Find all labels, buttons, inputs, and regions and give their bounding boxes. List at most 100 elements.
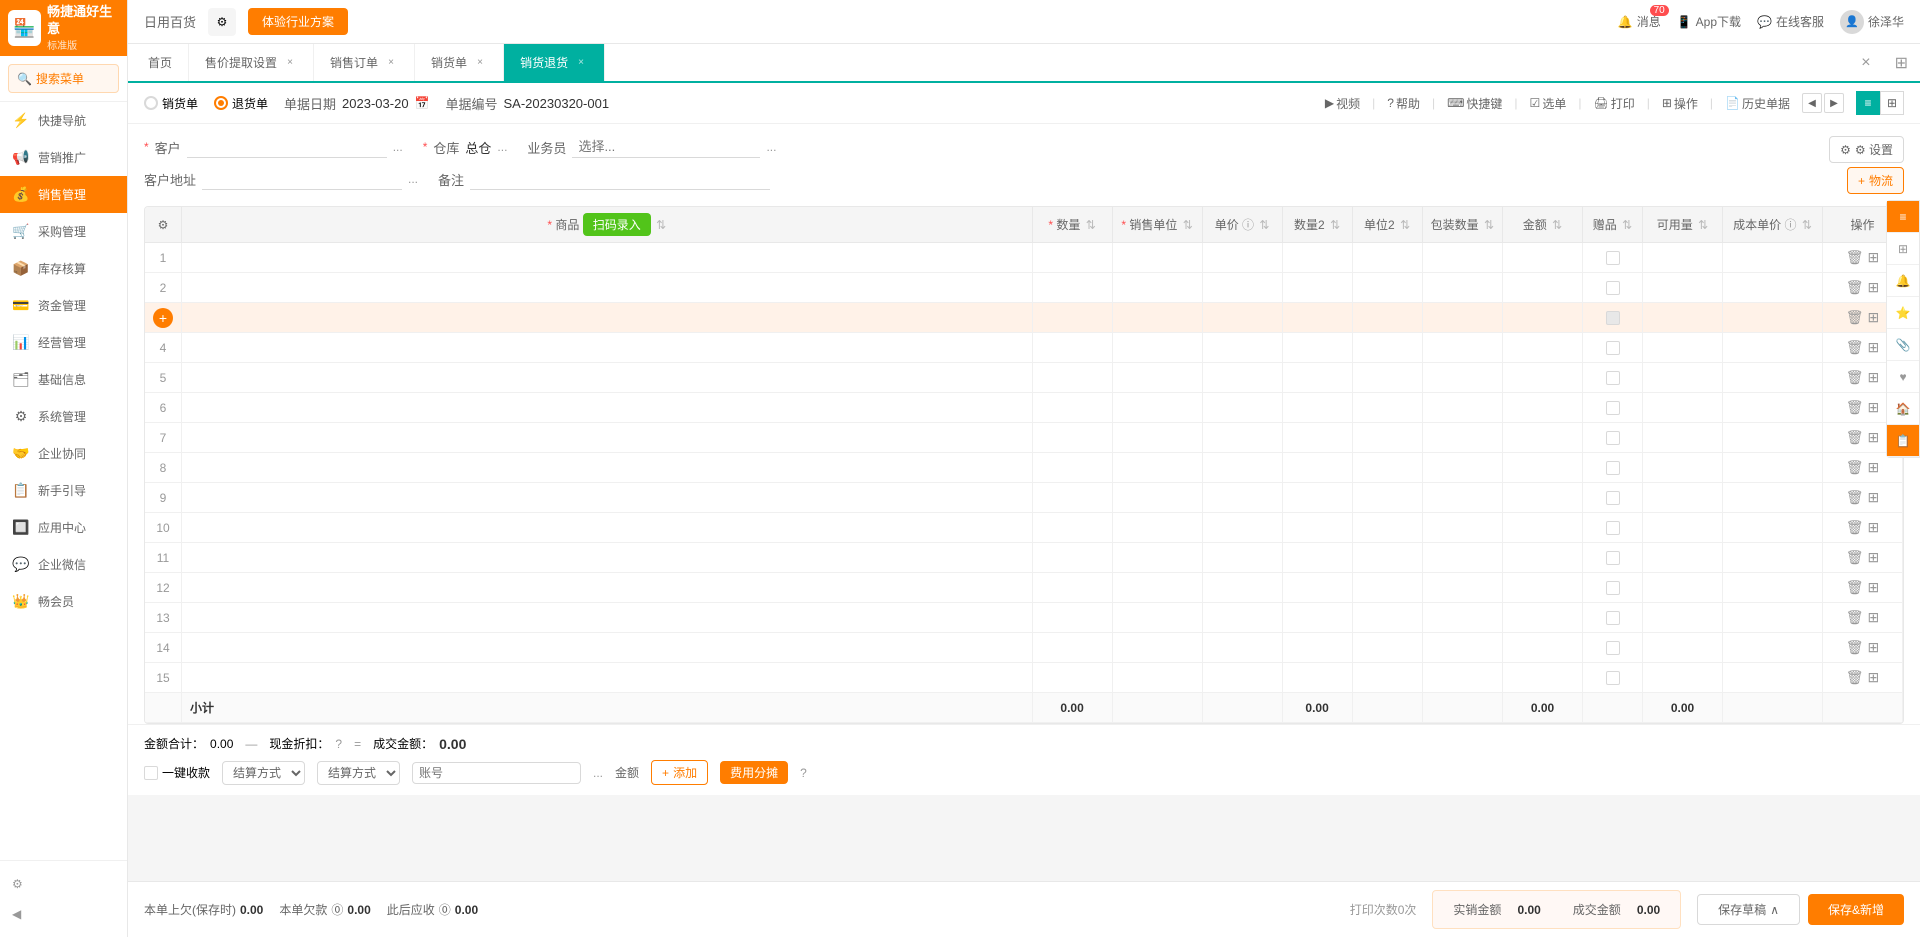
shortcut-action[interactable]: ⌨ 快捷键 xyxy=(1447,95,1502,112)
sidebar-bottom-collapse[interactable]: ◀ xyxy=(0,899,127,929)
split-fee-btn[interactable]: 费用分摊 xyxy=(720,761,788,784)
row-1-cost-price[interactable] xyxy=(1723,243,1823,273)
help-action[interactable]: ? 帮助 xyxy=(1387,95,1420,112)
list-view-btn[interactable]: ≡ xyxy=(1856,91,1880,115)
row-1-copy-btn[interactable]: ⊞ xyxy=(1868,249,1880,266)
sidebar-item-shortcut[interactable]: ⚡ 快捷导航 xyxy=(0,102,127,139)
sidebar-item-operation[interactable]: 📊 经营管理 xyxy=(0,324,127,361)
row-6-copy[interactable]: ⊞ xyxy=(1868,399,1880,416)
row-2-available[interactable] xyxy=(1643,273,1723,303)
unit2-sort-icon[interactable]: ⇅ xyxy=(1400,218,1410,232)
row-2-goods[interactable] xyxy=(182,273,1033,303)
row-1-gift[interactable] xyxy=(1583,243,1643,273)
row-2-copy-btn[interactable]: ⊞ xyxy=(1868,279,1880,296)
customer-select-btn[interactable]: ... xyxy=(393,140,403,154)
gift-checkbox-12[interactable] xyxy=(1606,581,1620,595)
sidebar-item-sales[interactable]: 💰 销售管理 xyxy=(0,176,127,213)
row-13-copy[interactable]: ⊞ xyxy=(1868,609,1880,626)
row-12-copy[interactable]: ⊞ xyxy=(1868,579,1880,596)
save-new-button[interactable]: 保存&新增 xyxy=(1808,894,1904,925)
gift-checkbox-6[interactable] xyxy=(1606,401,1620,415)
row-14-copy[interactable]: ⊞ xyxy=(1868,639,1880,656)
right-tool-list1[interactable]: ≡ xyxy=(1887,201,1919,233)
logistics-button[interactable]: + 物流 xyxy=(1847,167,1904,194)
note-input[interactable] xyxy=(470,168,770,190)
row-2-delete-btn[interactable]: 🗑 xyxy=(1846,279,1864,296)
add-row-btn[interactable]: + xyxy=(153,308,173,328)
sidebar-item-inventory[interactable]: 📦 库存核算 xyxy=(0,250,127,287)
row-3-qty[interactable] xyxy=(1032,303,1112,333)
row-1-pkg-qty[interactable] xyxy=(1422,243,1502,273)
cost-sort-icon[interactable]: ⇅ xyxy=(1802,218,1812,232)
avail-sort-icon[interactable]: ⇅ xyxy=(1698,218,1708,232)
tab-home[interactable]: 首页 xyxy=(132,44,189,81)
row-7-copy[interactable]: ⊞ xyxy=(1868,429,1880,446)
row-6-del[interactable]: 🗑 xyxy=(1846,399,1864,416)
address-select-btn[interactable]: ... xyxy=(408,172,418,186)
video-action[interactable]: ▶ 视频 xyxy=(1325,95,1360,112)
right-tool-bell[interactable]: 🔔 xyxy=(1887,265,1919,297)
row-9-del[interactable]: 🗑 xyxy=(1846,489,1864,506)
gift-checkbox-7[interactable] xyxy=(1606,431,1620,445)
row-3-sale-unit[interactable] xyxy=(1112,303,1202,333)
row-14-del[interactable]: 🗑 xyxy=(1846,639,1864,656)
unit-sort-icon[interactable]: ⇅ xyxy=(1183,218,1193,232)
row-13-del[interactable]: 🗑 xyxy=(1846,609,1864,626)
row-5-copy[interactable]: ⊞ xyxy=(1868,369,1880,386)
gift-checkbox-13[interactable] xyxy=(1606,611,1620,625)
gift-checkbox-2[interactable] xyxy=(1606,281,1620,295)
topbar-settings-btn[interactable]: ⚙ xyxy=(208,8,236,36)
row-4-copy[interactable]: ⊞ xyxy=(1868,339,1880,356)
row-3-price[interactable] xyxy=(1202,303,1282,333)
account-dots-btn[interactable]: ... xyxy=(593,766,603,780)
row-2-amount[interactable] xyxy=(1503,273,1583,303)
row-4-del[interactable]: 🗑 xyxy=(1846,339,1864,356)
onetime-payment-checkbox[interactable]: 一键收款 xyxy=(144,764,210,781)
row-1-amount[interactable] xyxy=(1503,243,1583,273)
gift-checkbox-10[interactable] xyxy=(1606,521,1620,535)
goods-sort-icon[interactable]: ⇅ xyxy=(656,218,666,232)
scan-entry-btn[interactable]: 扫码录入 xyxy=(583,213,651,236)
row-7-del[interactable]: 🗑 xyxy=(1846,429,1864,446)
right-tool-paperclip[interactable]: 📎 xyxy=(1887,329,1919,361)
radio-return-goods[interactable]: 退货单 xyxy=(214,95,268,112)
grid-view-btn[interactable]: ⊞ xyxy=(1880,91,1904,115)
setup-button[interactable]: ⚙ ⚙ 设置 xyxy=(1829,136,1904,163)
row-10-copy[interactable]: ⊞ xyxy=(1868,519,1880,536)
sidebar-item-wechat[interactable]: 💬 企业微信 xyxy=(0,546,127,583)
account-number-input[interactable] xyxy=(412,762,581,784)
tab-sale-order[interactable]: 销售订单 × xyxy=(314,44,415,81)
row-2-cost-price[interactable] xyxy=(1723,273,1823,303)
gift-checkbox-14[interactable] xyxy=(1606,641,1620,655)
gift-checkbox-3[interactable] xyxy=(1606,311,1620,325)
row-15-copy[interactable]: ⊞ xyxy=(1868,669,1880,686)
row-3-pkg-qty[interactable] xyxy=(1422,303,1502,333)
gift-checkbox-11[interactable] xyxy=(1606,551,1620,565)
address-input[interactable] xyxy=(202,168,402,190)
user-menu[interactable]: 👤 徐泽华 xyxy=(1840,10,1904,34)
row-3-gift[interactable] xyxy=(1583,303,1643,333)
search-menu-button[interactable]: 🔍 搜索菜单 xyxy=(8,64,119,93)
tabs-close-all-btn[interactable]: × xyxy=(1849,54,1882,72)
row-3-delete-btn[interactable]: 🗑 xyxy=(1846,309,1864,326)
radio-sale-goods[interactable]: 销货单 xyxy=(144,95,198,112)
gift-checkbox-4[interactable] xyxy=(1606,341,1620,355)
history-action[interactable]: 📄 历史单据 xyxy=(1725,95,1790,112)
tab-sale-return-close[interactable]: × xyxy=(574,56,588,70)
row-1-price[interactable] xyxy=(1202,243,1282,273)
gift-checkbox-5[interactable] xyxy=(1606,371,1620,385)
salesperson-input[interactable] xyxy=(572,136,760,158)
tab-sale-price[interactable]: 售价提取设置 × xyxy=(189,44,314,81)
row-2-sale-unit[interactable] xyxy=(1112,273,1202,303)
gift-checkbox-15[interactable] xyxy=(1606,671,1620,685)
row-2-pkg-qty[interactable] xyxy=(1422,273,1502,303)
sidebar-item-guide[interactable]: 📋 新手引导 xyxy=(0,472,127,509)
add-fee-btn[interactable]: + 添加 xyxy=(651,760,708,785)
row-2-price[interactable] xyxy=(1202,273,1282,303)
next-page-btn[interactable]: ▶ xyxy=(1824,93,1844,113)
row-2-qty[interactable] xyxy=(1032,273,1112,303)
sidebar-item-member[interactable]: 👑 畅会员 xyxy=(0,583,127,620)
row-1-goods[interactable] xyxy=(182,243,1033,273)
account-select[interactable]: 结算方式 xyxy=(317,761,400,785)
row-3-goods-input[interactable] xyxy=(190,311,1024,325)
